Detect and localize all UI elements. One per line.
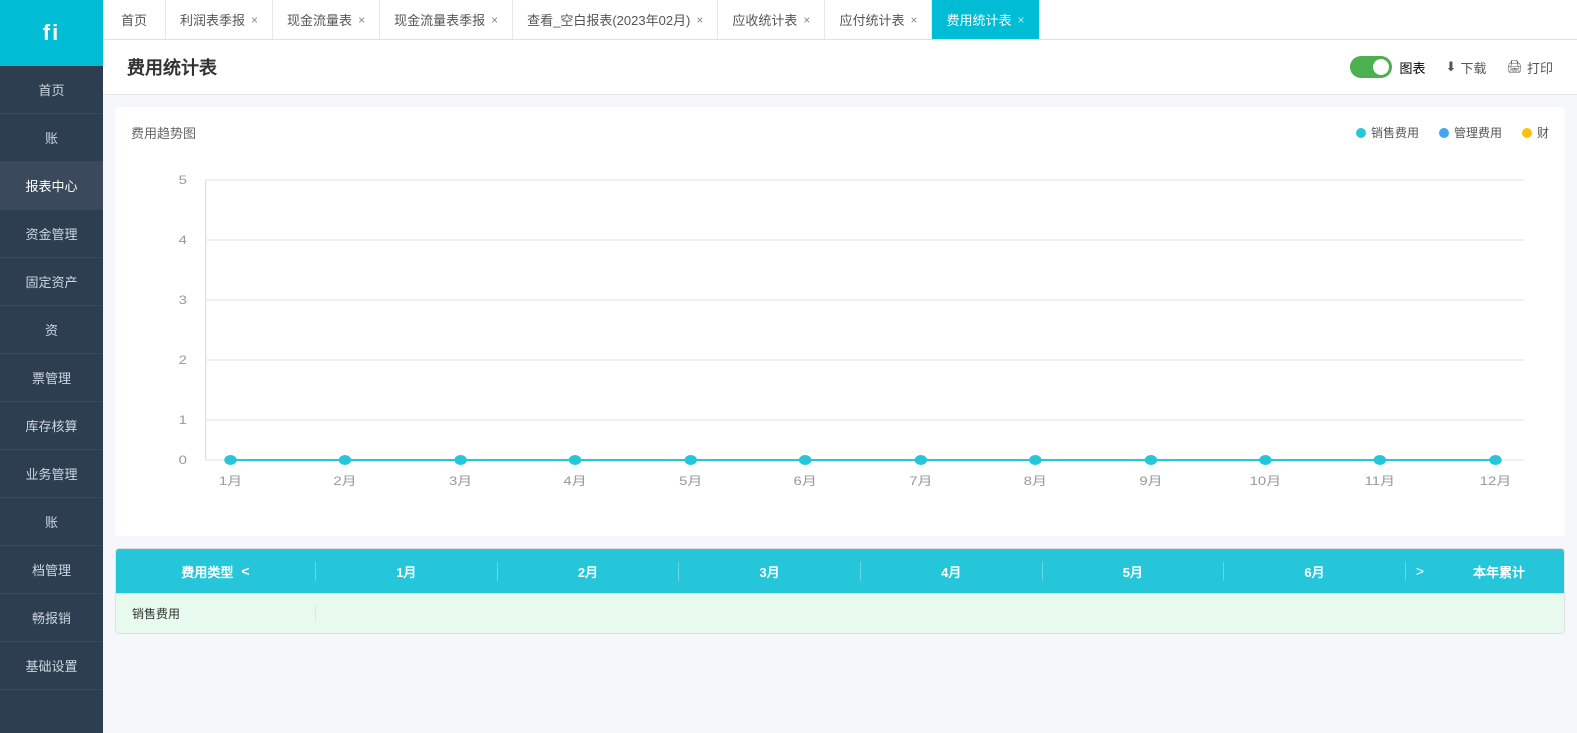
svg-text:2月: 2月 (333, 474, 356, 487)
legend-label-finance: 财 (1537, 124, 1549, 141)
tab-profit[interactable]: 利润表季报 × (166, 0, 273, 39)
th-type: 费用类型 < (116, 562, 316, 581)
svg-text:9月: 9月 (1139, 474, 1162, 487)
tab-receivable[interactable]: 应收统计表 × (718, 0, 825, 39)
tab-close-expense-stats[interactable]: × (1017, 13, 1024, 27)
page-content: 费用统计表 图表 ⬇ 下载 🖨 打印 费用趋势图 (103, 40, 1577, 733)
tabs-bar: 首页 利润表季报 × 现金流量表 × 现金流量表季报 × 查看_空白报表(202… (103, 0, 1577, 40)
th-month-3: 3月 (679, 562, 861, 581)
main-area: 首页 利润表季报 × 现金流量表 × 现金流量表季报 × 查看_空白报表(202… (103, 0, 1577, 733)
svg-text:4月: 4月 (563, 474, 586, 487)
chart-title: 费用趋势图 (131, 123, 196, 142)
sidebar-item-hr[interactable]: 资 (0, 306, 103, 354)
th-month-1: 1月 (316, 562, 498, 581)
next-month-arrow[interactable]: > (1406, 563, 1434, 579)
print-icon: 🖨 (1506, 59, 1523, 75)
page-title: 费用统计表 (127, 54, 217, 80)
legend-admin: 管理费用 (1439, 124, 1502, 141)
svg-text:12月: 12月 (1480, 474, 1512, 487)
line-chart: 5 4 3 2 1 0 (131, 150, 1549, 520)
chart-header: 费用趋势图 销售费用 管理费用 财 (131, 123, 1549, 142)
sidebar-item-fund[interactable]: 资金管理 (0, 210, 103, 258)
svg-text:1月: 1月 (219, 474, 242, 487)
legend-label-admin: 管理费用 (1454, 124, 1502, 141)
data-table: 费用类型 < 1月 2月 3月 4月 5月 6月 > 本年累计 销售费用 (115, 548, 1565, 634)
sidebar-item-business[interactable]: 业务管理 (0, 450, 103, 498)
svg-text:6月: 6月 (794, 474, 817, 487)
sidebar-item-expense[interactable]: 畅报销 (0, 594, 103, 642)
sidebar-item-home[interactable]: 首页 (0, 66, 103, 114)
tab-close-cashflow[interactable]: × (358, 13, 365, 27)
download-icon: ⬇ (1446, 59, 1457, 75)
sidebar-item-assets[interactable]: 固定资产 (0, 258, 103, 306)
tab-blank-report[interactable]: 查看_空白报表(2023年02月) × (513, 0, 718, 39)
svg-text:2: 2 (179, 353, 187, 366)
th-month-5: 5月 (1043, 562, 1225, 581)
table-row: 销售费用 (116, 593, 1564, 633)
download-button[interactable]: ⬇ 下载 (1446, 58, 1487, 77)
sidebar-item-reports[interactable]: 报表中心 (0, 162, 103, 210)
svg-text:3月: 3月 (449, 474, 472, 487)
sidebar-item-account[interactable]: 账 (0, 114, 103, 162)
prev-month-arrow[interactable]: < (241, 563, 249, 579)
header-actions: 图表 ⬇ 下载 🖨 打印 (1350, 56, 1553, 78)
svg-text:7月: 7月 (909, 474, 932, 487)
th-month-6: 6月 (1224, 562, 1406, 581)
svg-text:11月: 11月 (1365, 474, 1395, 487)
chart-toggle-wrap: 图表 (1350, 56, 1426, 78)
sidebar-item-tickets[interactable]: 票管理 (0, 354, 103, 402)
svg-text:5: 5 (179, 173, 187, 186)
tab-cashflow-quarter[interactable]: 现金流量表季报 × (380, 0, 513, 39)
td-type-sales: 销售费用 (116, 605, 316, 622)
chart-legend: 销售费用 管理费用 财 (1356, 124, 1549, 141)
tab-cashflow[interactable]: 现金流量表 × (273, 0, 380, 39)
svg-text:3: 3 (179, 293, 187, 306)
tab-payable[interactable]: 应付统计表 × (825, 0, 932, 39)
tab-close-cashflow-quarter[interactable]: × (491, 13, 498, 27)
print-button[interactable]: 🖨 打印 (1506, 58, 1553, 77)
sidebar-item-settings[interactable]: 基础设置 (0, 642, 103, 690)
app-logo: fi (0, 0, 103, 66)
chart-section: 费用趋势图 销售费用 管理费用 财 (115, 107, 1565, 536)
legend-label-sales: 销售费用 (1371, 124, 1419, 141)
tab-close-receivable[interactable]: × (803, 13, 810, 27)
legend-dot-finance (1522, 128, 1532, 138)
tab-close-blank-report[interactable]: × (696, 13, 703, 27)
chart-toggle-label: 图表 (1400, 58, 1426, 77)
tab-home[interactable]: 首页 (103, 0, 166, 39)
svg-text:10月: 10月 (1250, 474, 1282, 487)
th-month-2: 2月 (498, 562, 680, 581)
svg-text:1: 1 (179, 413, 187, 426)
sidebar-item-ledger[interactable]: 账 (0, 498, 103, 546)
svg-text:8月: 8月 (1024, 474, 1047, 487)
tab-close-profit[interactable]: × (251, 13, 258, 27)
tab-expense-stats[interactable]: 费用统计表 × (932, 0, 1039, 39)
legend-finance: 财 (1522, 124, 1549, 141)
sidebar-item-inventory[interactable]: 库存核算 (0, 402, 103, 450)
legend-sales: 销售费用 (1356, 124, 1419, 141)
svg-text:0: 0 (179, 453, 187, 466)
table-header: 费用类型 < 1月 2月 3月 4月 5月 6月 > 本年累计 (116, 549, 1564, 593)
legend-dot-sales (1356, 128, 1366, 138)
th-total: 本年累计 (1434, 562, 1564, 581)
svg-text:5月: 5月 (679, 474, 702, 487)
sidebar: fi 首页 账 报表中心 资金管理 固定资产 资 票管理 库存核算 业务管理 账… (0, 0, 103, 733)
page-header: 费用统计表 图表 ⬇ 下载 🖨 打印 (103, 40, 1577, 95)
tab-close-payable[interactable]: × (910, 13, 917, 27)
th-month-4: 4月 (861, 562, 1043, 581)
sidebar-item-archive[interactable]: 档管理 (0, 546, 103, 594)
svg-text:4: 4 (179, 233, 188, 246)
legend-dot-admin (1439, 128, 1449, 138)
chart-toggle[interactable] (1350, 56, 1392, 78)
